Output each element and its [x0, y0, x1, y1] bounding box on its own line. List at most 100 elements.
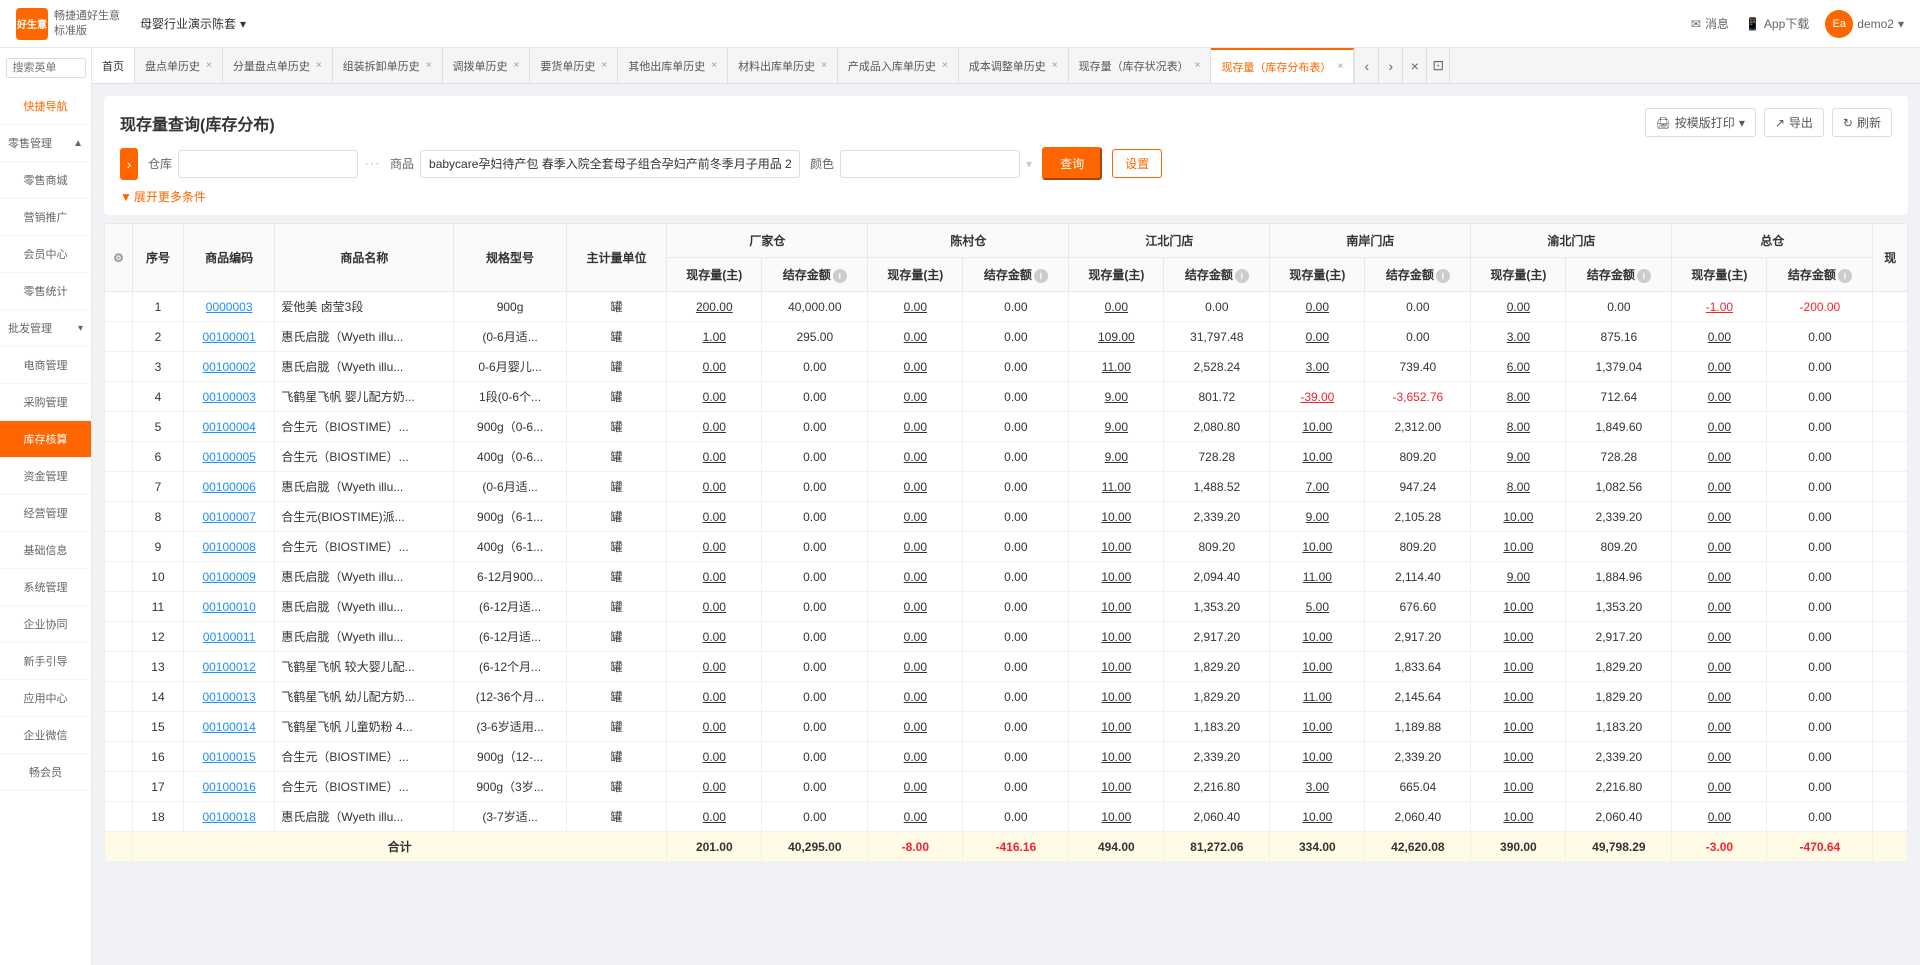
row-yb-stock[interactable]: 10.00: [1471, 772, 1566, 802]
row-total-stock[interactable]: 0.00: [1672, 622, 1767, 652]
row-total-stock[interactable]: 0.00: [1672, 442, 1767, 472]
row-yb-stock[interactable]: 10.00: [1471, 742, 1566, 772]
row-na-stock[interactable]: 11.00: [1270, 682, 1365, 712]
row-fac-stock[interactable]: 0.00: [667, 562, 762, 592]
tab-next-btn[interactable]: ›: [1378, 48, 1402, 84]
row-fac-stock[interactable]: 0.00: [667, 742, 762, 772]
query-btn[interactable]: 查询: [1042, 147, 1102, 180]
row-chen-stock[interactable]: 0.00: [868, 412, 963, 442]
row-code[interactable]: 00100010: [183, 592, 274, 622]
row-code[interactable]: 00100006: [183, 472, 274, 502]
row-yb-stock[interactable]: 8.00: [1471, 412, 1566, 442]
row-code[interactable]: 00100012: [183, 652, 274, 682]
row-fac-stock[interactable]: 0.00: [667, 592, 762, 622]
row-code[interactable]: 00100018: [183, 802, 274, 832]
message-btn[interactable]: ✉ 消息: [1691, 15, 1729, 32]
tab-material-out[interactable]: 材料出库单历史 ×: [728, 48, 838, 84]
row-fac-stock[interactable]: 0.00: [667, 802, 762, 832]
row-chen-stock[interactable]: 0.00: [868, 352, 963, 382]
row-total-stock[interactable]: 0.00: [1672, 682, 1767, 712]
sidebar-item-app-center[interactable]: 应用中心: [0, 680, 91, 717]
row-code[interactable]: 00100007: [183, 502, 274, 532]
row-chen-stock[interactable]: 0.00: [868, 562, 963, 592]
sidebar-item-purchase[interactable]: 采购管理: [0, 384, 91, 421]
sidebar-item-ecommerce[interactable]: 电商管理: [0, 347, 91, 384]
tab-close-icon[interactable]: ×: [711, 60, 717, 71]
tab-close-icon[interactable]: ×: [514, 60, 520, 71]
row-jb-stock[interactable]: 10.00: [1069, 562, 1164, 592]
row-total-stock[interactable]: 0.00: [1672, 322, 1767, 352]
row-code[interactable]: 00100005: [183, 442, 274, 472]
row-chen-stock[interactable]: 0.00: [868, 502, 963, 532]
row-jb-stock[interactable]: 10.00: [1069, 532, 1164, 562]
row-yb-stock[interactable]: 0.00: [1471, 292, 1566, 322]
sidebar-item-guide[interactable]: 新手引导: [0, 643, 91, 680]
row-na-stock[interactable]: 10.00: [1270, 532, 1365, 562]
row-chen-stock[interactable]: 0.00: [868, 622, 963, 652]
tab-close-icon[interactable]: ×: [1052, 60, 1058, 71]
row-fac-stock[interactable]: 200.00: [667, 292, 762, 322]
row-chen-stock[interactable]: 0.00: [868, 382, 963, 412]
tab-close-icon[interactable]: ×: [426, 60, 432, 71]
tab-partial-check[interactable]: 分量盘点单历史 ×: [223, 48, 333, 84]
sidebar-item-system[interactable]: 系统管理: [0, 569, 91, 606]
row-na-stock[interactable]: 9.00: [1270, 502, 1365, 532]
row-jb-stock[interactable]: 10.00: [1069, 682, 1164, 712]
sidebar-item-retail-stats[interactable]: 零售统计: [0, 273, 91, 310]
tab-order[interactable]: 要货单历史 ×: [530, 48, 618, 84]
settings-col-header[interactable]: ⚙: [105, 224, 133, 292]
row-total-stock[interactable]: -1.00: [1672, 292, 1767, 322]
tab-close-icon[interactable]: ×: [821, 60, 827, 71]
row-yb-stock[interactable]: 10.00: [1471, 682, 1566, 712]
tab-close-all-btn[interactable]: ×: [1402, 48, 1426, 84]
row-na-stock[interactable]: 3.00: [1270, 352, 1365, 382]
row-na-stock[interactable]: 5.00: [1270, 592, 1365, 622]
row-code[interactable]: 00100014: [183, 712, 274, 742]
row-code[interactable]: 00100002: [183, 352, 274, 382]
tab-other-out[interactable]: 其他出库单历史 ×: [618, 48, 728, 84]
sidebar-item-member-center[interactable]: 会员中心: [0, 236, 91, 273]
row-fac-stock[interactable]: 0.00: [667, 502, 762, 532]
row-code[interactable]: 00100016: [183, 772, 274, 802]
refresh-btn[interactable]: ↻ 刷新: [1832, 108, 1892, 137]
row-yb-stock[interactable]: 10.00: [1471, 622, 1566, 652]
row-jb-stock[interactable]: 10.00: [1069, 622, 1164, 652]
row-chen-stock[interactable]: 0.00: [868, 472, 963, 502]
tab-close-icon[interactable]: ×: [601, 60, 607, 71]
sidebar-item-wholesale[interactable]: 批发管理 ▾: [0, 310, 91, 347]
tab-expand-btn[interactable]: ⊡: [1426, 48, 1450, 84]
sidebar-item-operations[interactable]: 经营管理: [0, 495, 91, 532]
user-menu[interactable]: Ea demo2 ▾: [1825, 10, 1904, 38]
row-na-stock[interactable]: -39.00: [1270, 382, 1365, 412]
sidebar-item-finance[interactable]: 资金管理: [0, 458, 91, 495]
sidebar-item-enterprise-wechat[interactable]: 企业微信: [0, 717, 91, 754]
row-jb-stock[interactable]: 10.00: [1069, 802, 1164, 832]
row-chen-stock[interactable]: 0.00: [868, 442, 963, 472]
row-jb-stock[interactable]: 10.00: [1069, 502, 1164, 532]
row-code[interactable]: 00100008: [183, 532, 274, 562]
tab-inventory-check[interactable]: 盘点单历史 ×: [135, 48, 223, 84]
row-yb-stock[interactable]: 9.00: [1471, 442, 1566, 472]
row-jb-stock[interactable]: 0.00: [1069, 292, 1164, 322]
row-na-stock[interactable]: 10.00: [1270, 802, 1365, 832]
jb-amount-info-icon[interactable]: i: [1235, 269, 1249, 283]
row-total-stock[interactable]: 0.00: [1672, 532, 1767, 562]
app-download-btn[interactable]: 📱 App下载: [1745, 15, 1809, 32]
row-na-stock[interactable]: 10.00: [1270, 412, 1365, 442]
row-jb-stock[interactable]: 10.00: [1069, 652, 1164, 682]
row-yb-stock[interactable]: 10.00: [1471, 592, 1566, 622]
row-na-stock[interactable]: 10.00: [1270, 442, 1365, 472]
row-chen-stock[interactable]: 0.00: [868, 592, 963, 622]
yb-amount-info-icon[interactable]: i: [1637, 269, 1651, 283]
sidebar-item-basic-info[interactable]: 基础信息: [0, 532, 91, 569]
row-total-stock[interactable]: 0.00: [1672, 382, 1767, 412]
row-jb-stock[interactable]: 10.00: [1069, 772, 1164, 802]
row-fac-stock[interactable]: 0.00: [667, 682, 762, 712]
sidebar-item-member-vip[interactable]: 畅会员: [0, 754, 91, 791]
row-code[interactable]: 00100011: [183, 622, 274, 652]
row-na-stock[interactable]: 3.00: [1270, 772, 1365, 802]
tab-close-icon[interactable]: ×: [1195, 60, 1201, 71]
tab-stock-status[interactable]: 现存量（库存状况表）×: [1069, 48, 1212, 84]
row-fac-stock[interactable]: 0.00: [667, 472, 762, 502]
row-yb-stock[interactable]: 9.00: [1471, 562, 1566, 592]
